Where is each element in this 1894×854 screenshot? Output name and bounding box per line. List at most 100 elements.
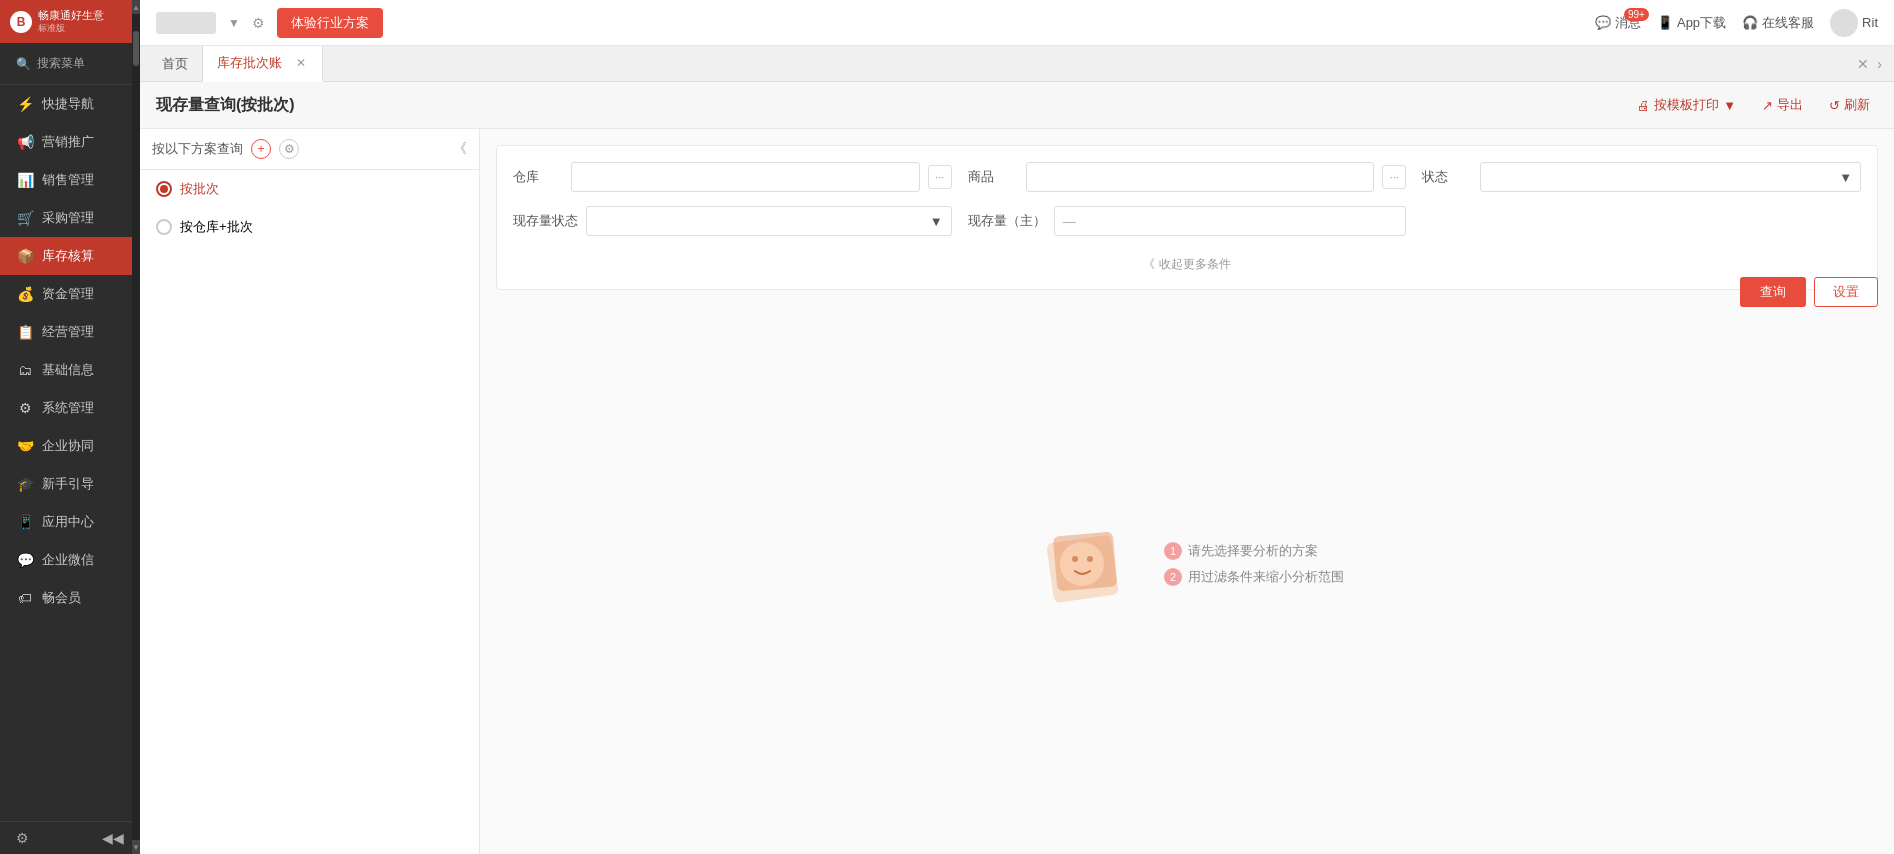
print-template-btn[interactable]: 🖨 按模板打印 ▼ [1629,92,1744,118]
status-label: 状态 [1422,168,1472,186]
product-field: 商品 ··· [968,162,1407,192]
main-area: ▼ ⚙ 体验行业方案 💬 消息 99+ 📱 App下载 🎧 在线客服 Rit [140,0,1894,854]
svg-point-4 [1087,556,1093,562]
try-industry-btn[interactable]: 体验行业方案 [277,8,383,38]
sidebar-label-collab: 企业协同 [42,437,94,455]
settings-btn[interactable]: 设置 [1814,277,1878,307]
collapse-more-conditions[interactable]: 《 收起更多条件 [513,250,1861,273]
scroll-thumb[interactable] [133,31,139,66]
sidebar-label-marketing: 营销推广 [42,133,94,151]
collapse-filter-panel-btn[interactable]: 《 [453,140,467,158]
sidebar-item-system[interactable]: ⚙ 系统管理 [0,389,132,427]
printer-icon: 🖨 [1637,98,1650,113]
print-dropdown-icon: ▼ [1723,98,1736,113]
product-input[interactable] [1026,162,1375,192]
online-support-item[interactable]: 🎧 在线客服 [1742,14,1814,32]
sidebar-item-basics[interactable]: 🗂 基础信息 [0,351,132,389]
add-filter-btn[interactable]: + [251,139,271,159]
panel-chevron-btn[interactable]: › [1877,56,1882,72]
tab-home-label: 首页 [162,55,188,73]
stock-qty-label: 现存量（主） [968,212,1046,230]
filter-row-1: 仓库 ··· 商品 ··· 状态 [513,162,1861,192]
step1-num: 1 [1164,542,1182,560]
messages-item[interactable]: 💬 消息 99+ [1595,14,1641,32]
filter-item-warehouse-batch-label: 按仓库+批次 [180,218,253,236]
search-menu-btn[interactable]: 🔍 搜索菜单 [10,51,130,76]
stock-status-select[interactable]: ▼ [586,206,952,236]
collapse-sidebar-icon[interactable]: ◀◀ [102,830,124,846]
sidebar-item-newbie[interactable]: 🎓 新手引导 [0,465,132,503]
sidebar-item-marketing[interactable]: 📢 营销推广 [0,123,132,161]
empty-step-2: 2 用过滤条件来缩小分析范围 [1164,564,1344,590]
breadcrumb-placeholder [156,12,216,34]
sidebar-item-sales[interactable]: 📊 销售管理 [0,161,132,199]
tab-home[interactable]: 首页 [148,46,203,82]
topbar-left: ▼ ⚙ 体验行业方案 [156,8,383,38]
sidebar-footer: ⚙ ◀◀ [0,821,132,854]
filter-item-batch[interactable]: 按批次 [140,170,479,208]
settings-icon[interactable]: ⚙ [16,830,29,846]
tab-panel-controls: ✕ › [1857,56,1886,72]
user-item[interactable]: Rit [1830,9,1878,37]
print-label: 按模板打印 [1654,96,1719,114]
breadcrumb-dropdown[interactable]: ▼ [228,16,240,30]
app-download-item[interactable]: 📱 App下载 [1657,14,1726,32]
inventory-icon: 📦 [16,247,34,265]
status-field: 状态 ▼ [1422,162,1861,192]
sidebar-item-collab[interactable]: 🤝 企业协同 [0,427,132,465]
tab-inventory-batch[interactable]: 库存批次账 ✕ [203,46,323,82]
sidebar-scrollbar[interactable]: ▲ ▼ [132,0,140,854]
messages-icon: 💬 [1595,15,1611,30]
app-logo: B [10,11,32,33]
sidebar-label-quick-nav: 快捷导航 [42,95,94,113]
sidebar-item-member[interactable]: 🏷 畅会员 [0,579,132,617]
filter-item-batch-label: 按批次 [180,180,219,198]
refresh-btn[interactable]: ↺ 刷新 [1821,92,1878,118]
apps-icon: 📱 [16,513,34,531]
panel-close-btn[interactable]: ✕ [1857,56,1869,72]
stock-status-field: 现存量状态 ▼ [513,206,952,236]
svg-point-2 [1060,542,1104,586]
system-icon: ⚙ [16,399,34,417]
filter-settings-btn[interactable]: ⚙ [279,139,299,159]
stock-status-arrow: ▼ [930,214,943,229]
query-btn[interactable]: 查询 [1740,277,1806,307]
body-area: 按以下方案查询 + ⚙ 《 按批次 按仓库+批次 [140,129,1894,854]
sidebar-label-inventory: 库存核算 [42,247,94,265]
sidebar-item-apps[interactable]: 📱 应用中心 [0,503,132,541]
empty-text: 1 请先选择要分析的方案 2 用过滤条件来缩小分析范围 [1164,538,1344,590]
sidebar-item-quick-nav[interactable]: ⚡ 快捷导航 [0,85,132,123]
status-select[interactable]: ▼ [1480,162,1861,192]
export-icon: ↗ [1762,98,1773,113]
tab-close-btn[interactable]: ✕ [294,56,308,70]
product-label: 商品 [968,168,1018,186]
sidebar-label-purchase: 采购管理 [42,209,94,227]
export-btn[interactable]: ↗ 导出 [1754,92,1811,118]
sidebar-item-finance[interactable]: 💰 资金管理 [0,275,132,313]
app-name: 畅康通好生意 [38,8,104,22]
wechat-icon: 💬 [16,551,34,569]
user-name: Rit [1862,15,1878,30]
page-actions: 🖨 按模板打印 ▼ ↗ 导出 ↺ 刷新 [1629,92,1878,118]
sidebar-item-operation[interactable]: 📋 经营管理 [0,313,132,351]
warehouse-input[interactable] [571,162,920,192]
topbar-gear-icon[interactable]: ⚙ [252,15,265,31]
filter-form: 仓库 ··· 商品 ··· 状态 [496,145,1878,290]
filter-item-warehouse-batch[interactable]: 按仓库+批次 [140,208,479,246]
product-more-btn[interactable]: ··· [1382,165,1406,189]
scroll-down-arrow[interactable]: ▼ [132,840,140,854]
sidebar-label-sales: 销售管理 [42,171,94,189]
radio-warehouse-batch-icon [156,219,172,235]
sidebar-label-system: 系统管理 [42,399,94,417]
sidebar-item-wechat[interactable]: 💬 企业微信 [0,541,132,579]
sidebar: B 畅康通好生意 标准版 🔍 搜索菜单 ⚡ 快捷导航 [0,0,140,854]
sidebar-search-area[interactable]: 🔍 搜索菜单 [0,43,132,85]
scroll-up-arrow[interactable]: ▲ [132,0,140,14]
warehouse-more-btn[interactable]: ··· [928,165,952,189]
sidebar-item-purchase[interactable]: 🛒 采购管理 [0,199,132,237]
export-label: 导出 [1777,96,1803,114]
stock-qty-placeholder: — [1063,214,1076,229]
filter-row-2: 现存量状态 ▼ 现存量（主） — [513,206,1861,236]
sidebar-item-inventory[interactable]: 📦 库存核算 [0,237,132,275]
page-header: 现存量查询(按批次) 🖨 按模板打印 ▼ ↗ 导出 ↺ 刷新 [140,82,1894,129]
